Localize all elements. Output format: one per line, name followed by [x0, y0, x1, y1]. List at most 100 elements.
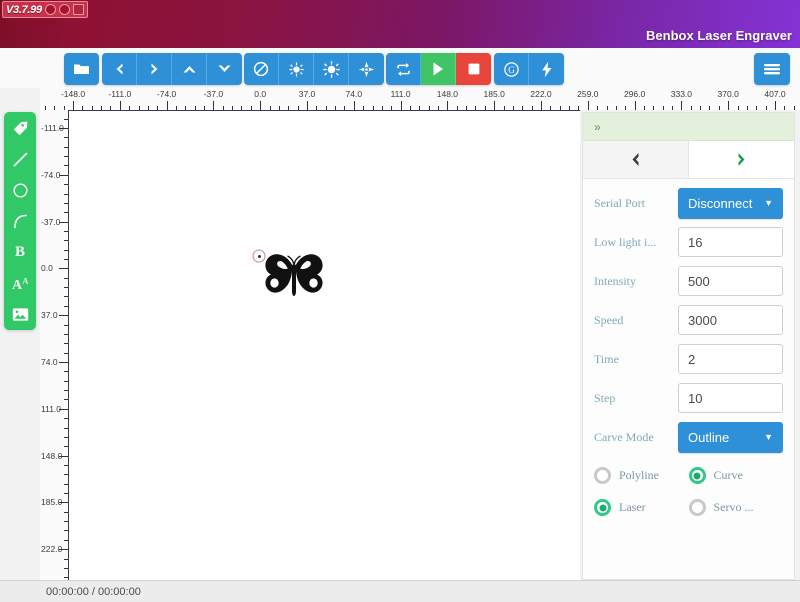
prev-tab[interactable]: [583, 141, 689, 178]
curve-tool[interactable]: [7, 210, 33, 232]
ruler-tick-minor: [756, 106, 758, 110]
ruler-tick-minor: [737, 106, 739, 110]
ruler-label: 296.0: [623, 89, 646, 99]
version-label: V3.7.99: [6, 3, 42, 16]
page-title: Benbox Laser Engraver: [646, 28, 792, 43]
low-light-field[interactable]: 16: [678, 227, 783, 257]
elapsed-time-label: 00:00:00 / 00:00:00: [46, 585, 141, 598]
radio-laser[interactable]: Laser: [594, 499, 689, 516]
brightness-low-button[interactable]: [279, 53, 314, 85]
intensity-row: Intensity 500: [583, 266, 794, 296]
ruler-tick: [59, 221, 68, 223]
move-right-button[interactable]: [137, 53, 172, 85]
carve-mode-dropdown[interactable]: Outline ▼: [678, 421, 783, 453]
ruler-tick: [587, 101, 589, 110]
ruler-label: 333.0: [670, 89, 693, 99]
text-a-icon: AA: [12, 276, 29, 292]
step-label: Step: [594, 390, 616, 405]
ruler-tick-minor: [625, 106, 627, 110]
ruler-tick-minor: [690, 106, 692, 110]
gcode-button[interactable]: G: [494, 53, 529, 85]
ruler-tick: [213, 101, 215, 110]
next-tab[interactable]: [689, 141, 794, 178]
radio-polyline[interactable]: Polyline: [594, 467, 689, 484]
origin-handle[interactable]: [252, 249, 266, 263]
path-mode-radio-group: Polyline Curve: [583, 467, 794, 484]
toolbar-group-run: [386, 53, 491, 85]
ruler-tick: [541, 101, 542, 110]
left-tool-palette: B AA: [4, 112, 36, 330]
ruler-tick: [681, 101, 683, 110]
panel-collapse-button[interactable]: »: [583, 113, 794, 141]
power-button[interactable]: [529, 53, 564, 85]
radio-servo[interactable]: Servo ...: [688, 499, 784, 516]
square-icon[interactable]: [72, 4, 84, 15]
stop-button[interactable]: [456, 53, 491, 85]
curve-icon: [13, 214, 27, 228]
design-canvas[interactable]: [68, 110, 580, 580]
radio-curve-label: Curve: [713, 468, 743, 482]
image-icon: [12, 307, 28, 321]
ruler-label: 222.0: [530, 89, 552, 99]
ruler-tick-minor: [718, 106, 720, 110]
intensity-label: Intensity: [594, 273, 636, 288]
toolbar-group-navigate: [102, 53, 242, 85]
radio-on-icon: [688, 467, 706, 484]
serial-port-dropdown[interactable]: Disconnect ▼: [678, 187, 783, 219]
ruler-label: 148.0: [436, 89, 459, 99]
face-icon[interactable]: [44, 4, 56, 15]
status-bar: 00:00:00 / 00:00:00: [0, 580, 800, 602]
brightness-high-button[interactable]: [314, 53, 349, 85]
ruler-tick-minor: [653, 106, 655, 110]
open-folder-button[interactable]: [64, 53, 99, 85]
tag-icon: [13, 121, 27, 135]
chevron-right-icon: [738, 152, 745, 166]
radio-servo-label: Servo ...: [713, 500, 754, 514]
toolbar-group-extras: G: [494, 53, 564, 85]
no-entry-button[interactable]: [244, 53, 279, 85]
chevron-down-icon: ▼: [764, 432, 773, 442]
move-up-button[interactable]: [172, 53, 207, 85]
ruler-label: 0.0: [254, 89, 267, 99]
ruler-tick: [59, 128, 68, 129]
ruler-tick: [59, 315, 68, 317]
svg-text:G: G: [508, 65, 515, 75]
settings-panel: » Serial Port Disconnect ▼ Low light i..…: [582, 112, 795, 580]
toolbar-group-adjust: [244, 53, 384, 85]
speed-row: Speed 3000: [583, 305, 794, 335]
repeat-button[interactable]: [386, 53, 421, 85]
speed-field[interactable]: 3000: [678, 305, 783, 335]
select-tool[interactable]: [7, 117, 33, 139]
line-tool[interactable]: [7, 148, 33, 170]
ruler-label: -74.0: [156, 89, 177, 99]
ruler-label: -148.0: [60, 89, 86, 99]
main-toolbar: G: [0, 48, 800, 88]
step-field[interactable]: 10: [678, 383, 783, 413]
ruler-tick: [59, 268, 68, 270]
circle-tool[interactable]: [7, 179, 33, 201]
contrast-button[interactable]: [349, 53, 384, 85]
time-field[interactable]: 2: [678, 344, 783, 374]
image-tool[interactable]: [7, 303, 33, 325]
ruler-tick-minor: [793, 106, 795, 110]
intensity-field[interactable]: 500: [678, 266, 783, 296]
ruler-tick: [59, 362, 68, 363]
move-left-button[interactable]: [102, 53, 137, 85]
ruler-tick-minor: [606, 106, 608, 110]
carve-mode-value: Outline: [688, 429, 730, 445]
start-button[interactable]: [421, 53, 456, 85]
bold-tool[interactable]: B: [7, 241, 33, 263]
move-down-button[interactable]: [207, 53, 242, 85]
ruler-label: 185.0: [483, 89, 505, 99]
ruler-tick: [59, 408, 68, 410]
serial-port-label: Serial Port: [594, 195, 645, 210]
text-tool[interactable]: AA: [7, 272, 33, 294]
ruler-tick: [775, 101, 776, 110]
butterfly-shape[interactable]: [259, 253, 329, 308]
carve-mode-row: Carve Mode Outline ▼: [583, 421, 794, 453]
face-icon[interactable]: [58, 4, 70, 15]
step-row: Step 10: [583, 383, 794, 413]
hamburger-icon: [764, 64, 780, 75]
radio-curve[interactable]: Curve: [688, 467, 784, 484]
hamburger-menu-button[interactable]: [754, 53, 790, 85]
